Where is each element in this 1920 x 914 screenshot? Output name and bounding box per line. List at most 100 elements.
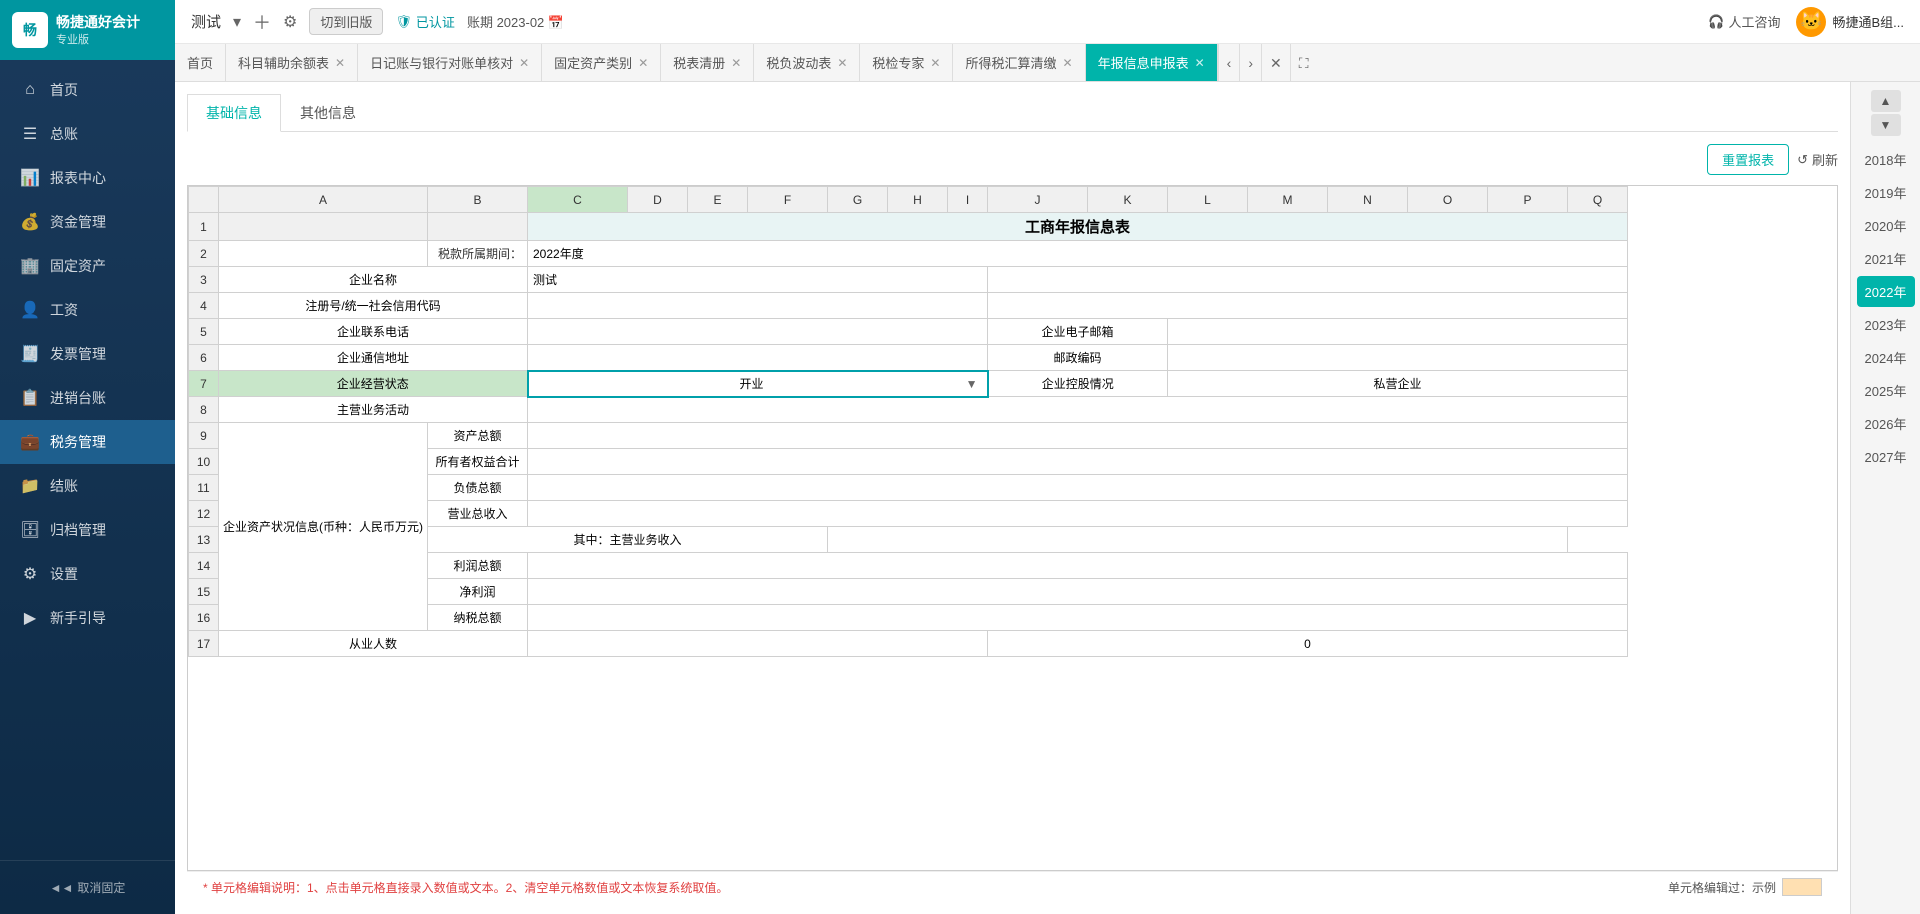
subtab-other[interactable]: 其他信息: [281, 94, 375, 132]
sidebar-item-capital[interactable]: 💰 资金管理: [0, 200, 175, 244]
cell-1-b[interactable]: [428, 213, 528, 241]
cell-7-dropdown[interactable]: 开业 ▼: [528, 371, 988, 397]
cell-10-value[interactable]: [528, 449, 1628, 475]
cell-5-email-label[interactable]: 企业电子邮箱: [988, 319, 1168, 345]
cell-13-value[interactable]: [828, 527, 1568, 553]
cell-4-value[interactable]: [528, 293, 988, 319]
cell-17-zero[interactable]: 0: [988, 631, 1628, 657]
cell-3-value[interactable]: 测试: [528, 267, 988, 293]
reset-report-button[interactable]: 重置报表: [1707, 144, 1789, 175]
cell-5-label[interactable]: 企业联系电话: [219, 319, 528, 345]
cell-4-label[interactable]: 注册号/统一社会信用代码: [219, 293, 528, 319]
cell-3-empty[interactable]: [988, 267, 1628, 293]
calendar-icon[interactable]: 📅: [548, 15, 564, 30]
tab-fullscreen-button[interactable]: ⛶: [1290, 44, 1317, 82]
cell-6-label[interactable]: 企业通信地址: [219, 345, 528, 371]
tab-tax-expert[interactable]: 税检专家 ✕: [860, 44, 953, 81]
year-item-2023[interactable]: 2023年: [1857, 309, 1915, 340]
cell-12-value[interactable]: [528, 501, 1628, 527]
tab-close-bank-reconcile[interactable]: ✕: [519, 56, 529, 70]
tab-close-all-button[interactable]: ✕: [1261, 44, 1290, 82]
refresh-button[interactable]: ↺ 刷新: [1797, 150, 1838, 169]
cell-8-label[interactable]: 主营业务活动: [219, 397, 528, 423]
year-nav-up-button[interactable]: ▲: [1871, 90, 1901, 112]
tab-income-tax[interactable]: 所得税汇算清缴 ✕: [953, 44, 1085, 81]
cell-16-b[interactable]: 纳税总额: [428, 605, 528, 631]
sidebar-item-newbie[interactable]: ▶ 新手引导: [0, 596, 175, 640]
tab-annual-report[interactable]: 年报信息申报表 ✕: [1086, 44, 1218, 81]
sidebar-collapse-button[interactable]: ◄◄ 取消固定: [0, 871, 175, 904]
sidebar-item-reports[interactable]: 📊 报表中心: [0, 156, 175, 200]
cell-16-value[interactable]: [528, 605, 1628, 631]
cell-13-label[interactable]: 其中：主营业务收入: [428, 527, 828, 553]
year-item-2026[interactable]: 2026年: [1857, 408, 1915, 439]
cell-12-b[interactable]: 营业总收入: [428, 501, 528, 527]
tab-tax-list[interactable]: 税表清册 ✕: [661, 44, 754, 81]
cell-6-postal[interactable]: [1168, 345, 1628, 371]
tab-fixed-assets-cat[interactable]: 固定资产类别 ✕: [542, 44, 661, 81]
year-item-2020[interactable]: 2020年: [1857, 210, 1915, 241]
cell-6-addr[interactable]: [528, 345, 988, 371]
topbar-settings-icon[interactable]: ⚙: [283, 12, 297, 32]
topbar-add-button[interactable]: ＋: [253, 9, 271, 35]
switch-version-button[interactable]: 切到旧版: [309, 8, 383, 35]
cell-9-value[interactable]: [528, 423, 1628, 449]
user-menu[interactable]: 🐱 畅捷通B组...: [1796, 7, 1904, 37]
cell-15-value[interactable]: [528, 579, 1628, 605]
cell-5-phone[interactable]: [528, 319, 988, 345]
cell-7-control-label[interactable]: 企业控股情况: [988, 371, 1168, 397]
cell-11-value[interactable]: [528, 475, 1628, 501]
tab-close-tax-list[interactable]: ✕: [731, 56, 741, 70]
sidebar-item-ledger[interactable]: ☰ 总账: [0, 112, 175, 156]
tab-home[interactable]: 首页: [175, 44, 226, 81]
sidebar-item-tax[interactable]: 💼 税务管理: [0, 420, 175, 464]
tab-close-tax-expert[interactable]: ✕: [930, 56, 940, 70]
cell-9-b[interactable]: 资产总额: [428, 423, 528, 449]
cell-6-postal-label[interactable]: 邮政编码: [988, 345, 1168, 371]
cell-17-label[interactable]: 从业人数: [219, 631, 528, 657]
cell-2-a[interactable]: [219, 241, 428, 267]
year-item-2018[interactable]: 2018年: [1857, 144, 1915, 175]
cell-2-c[interactable]: 2022年度: [528, 241, 1628, 267]
sidebar-item-stockledger[interactable]: 📋 进销台账: [0, 376, 175, 420]
cell-7-control-value[interactable]: 私营企业: [1168, 371, 1628, 397]
cell-5-email[interactable]: [1168, 319, 1628, 345]
cell-14-value[interactable]: [528, 553, 1628, 579]
service-button[interactable]: 🎧 人工咨询: [1708, 12, 1780, 31]
tab-close-annual-report[interactable]: ✕: [1195, 56, 1205, 70]
cell-1-title[interactable]: 工商年报信息表: [528, 213, 1628, 241]
tab-bank-reconcile[interactable]: 日记账与银行对账单核对 ✕: [358, 44, 542, 81]
year-nav-down-button[interactable]: ▼: [1871, 114, 1901, 136]
sidebar-item-close[interactable]: 📁 结账: [0, 464, 175, 508]
year-item-2021[interactable]: 2021年: [1857, 243, 1915, 274]
year-item-2019[interactable]: 2019年: [1857, 177, 1915, 208]
cell-4-empty[interactable]: [988, 293, 1628, 319]
sidebar-item-payroll[interactable]: 👤 工资: [0, 288, 175, 332]
year-item-2025[interactable]: 2025年: [1857, 375, 1915, 406]
cell-10-b[interactable]: 所有者权益合计: [428, 449, 528, 475]
subtab-basic[interactable]: 基础信息: [187, 94, 281, 132]
tab-close-aux-balance[interactable]: ✕: [335, 56, 345, 70]
cell-3-label[interactable]: 企业名称: [219, 267, 528, 293]
topbar-dropdown-arrow[interactable]: ▾: [233, 12, 241, 32]
sidebar-logo[interactable]: 畅 畅捷通好会计 专业版: [0, 0, 175, 60]
sidebar-item-home[interactable]: ⌂ 首页: [0, 68, 175, 112]
tab-tax-fluctuation[interactable]: 税负波动表 ✕: [754, 44, 860, 81]
year-item-2022[interactable]: 2022年: [1857, 276, 1915, 307]
cell-11-b[interactable]: 负债总额: [428, 475, 528, 501]
tab-prev-button[interactable]: ‹: [1218, 44, 1240, 82]
dropdown-arrow-icon[interactable]: ▼: [966, 377, 978, 391]
tab-next-button[interactable]: ›: [1239, 44, 1261, 82]
cell-8-value[interactable]: [528, 397, 1628, 423]
sidebar-item-archive[interactable]: 🗄 归档管理: [0, 508, 175, 552]
cell-2-b[interactable]: 税款所属期间：: [428, 241, 528, 267]
cell-7-label[interactable]: 企业经营状态: [219, 371, 528, 397]
tab-close-tax-fluctuation[interactable]: ✕: [837, 56, 847, 70]
cell-17-value[interactable]: [528, 631, 988, 657]
year-item-2024[interactable]: 2024年: [1857, 342, 1915, 373]
cell-1-a[interactable]: [219, 213, 428, 241]
year-item-2027[interactable]: 2027年: [1857, 441, 1915, 472]
cell-15-b[interactable]: 净利润: [428, 579, 528, 605]
sidebar-item-invoice[interactable]: 🧾 发票管理: [0, 332, 175, 376]
sidebar-item-assets[interactable]: 🏢 固定资产: [0, 244, 175, 288]
